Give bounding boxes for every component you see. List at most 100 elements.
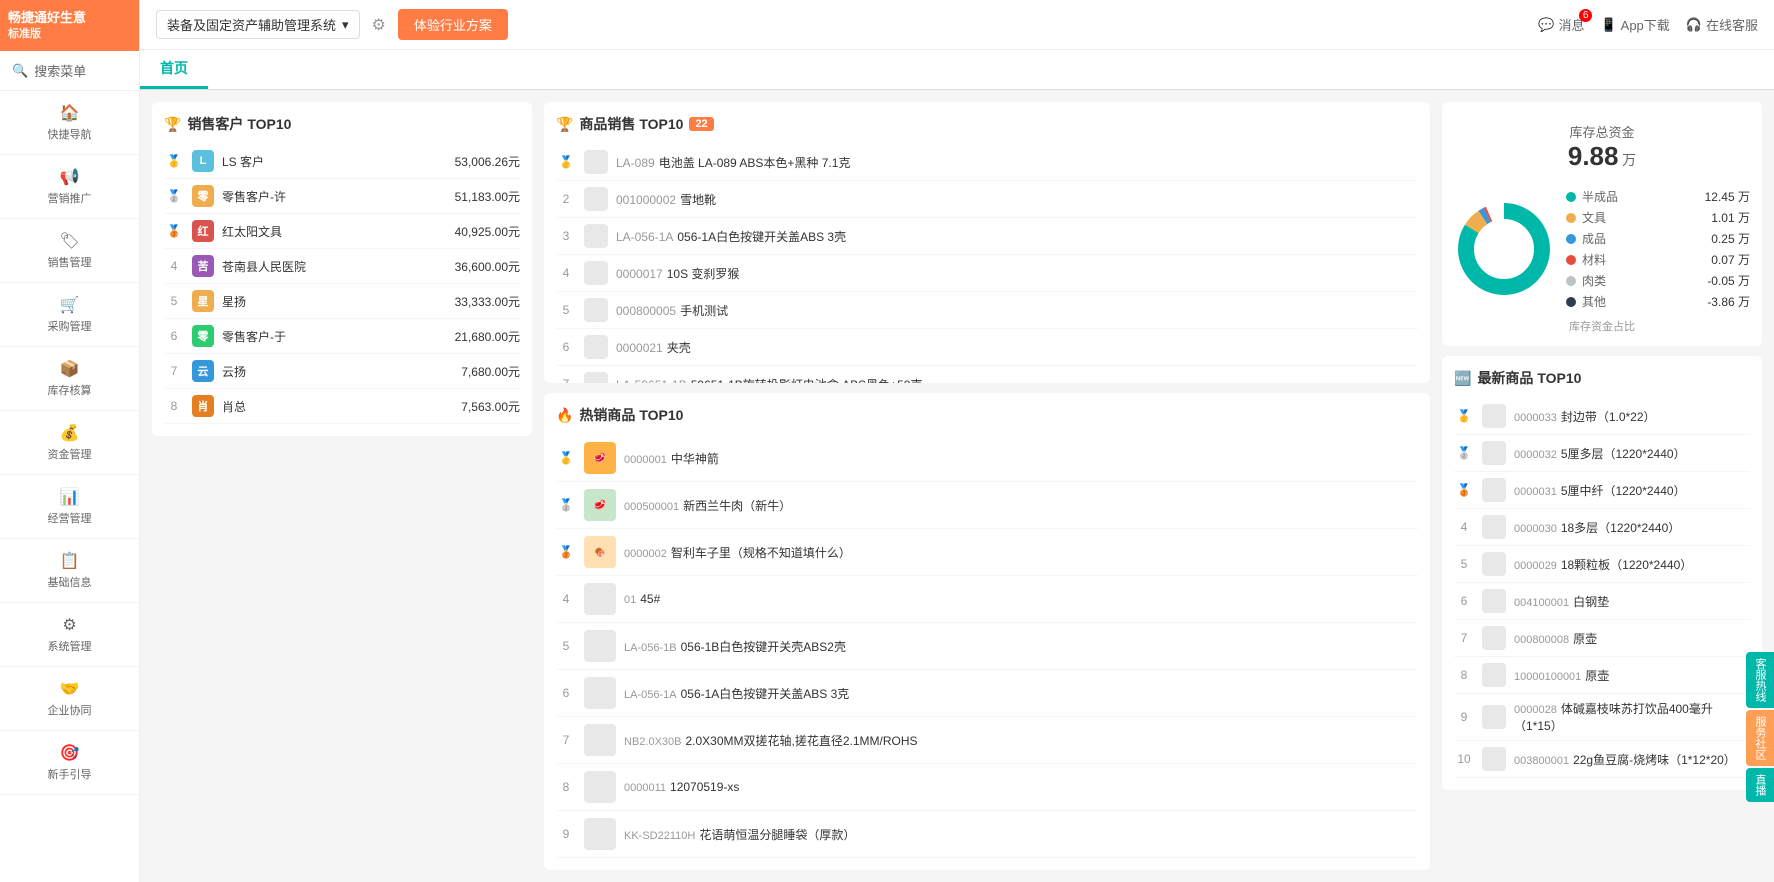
search-menu[interactable]: 🔍 搜索菜单 [0,51,139,91]
list-item: 9 0000028体碱嘉枝味苏打饮品400毫升（1*15） [1454,694,1750,741]
product-img [1482,747,1506,771]
product-img [1482,552,1506,576]
main-area: 装备及固定资产辅助管理系统 ▾ ⚙ 体验行业方案 💬 消息 6 📱 App下载 … [140,0,1774,882]
product-info: 000800008原壶 [1514,630,1750,647]
list-item: 7 000800008原壶 [1454,620,1750,657]
nav-label-purchase: 采购管理 [48,318,92,334]
list-item: 5 000002918颗粒板（1220*2440） [1454,546,1750,583]
system-name: 装备及固定资产辅助管理系统 [167,15,336,34]
rank-num: 4 [1454,520,1474,534]
sidebar-item-marketing[interactable]: 📢 营销推广 [0,155,139,219]
list-item: 5 LA-056-1B056-1B白色按键开关壳ABS2壳 [556,623,1418,670]
product-img [1482,626,1506,650]
customer-name: 云扬 [222,363,453,380]
customer-amount: 7,563.00元 [461,398,520,415]
rank-num: 7 [556,733,576,747]
product-img [584,261,608,285]
donut-chart [1454,199,1554,299]
customer-name: 红太阳文具 [222,223,447,240]
avatar: 红 [192,220,214,242]
sidebar-item-sales[interactable]: 🏷 销售管理 [0,219,139,283]
rank-num: 🥇 [556,155,576,169]
sidebar-item-finance[interactable]: 💰 资金管理 [0,411,139,475]
sidebar-item-purchase[interactable]: 🛒 采购管理 [0,283,139,347]
rank-medal-1: 🥇 [164,154,184,168]
message-icon: 💬 [1538,17,1554,33]
customer-name: LS 客户 [222,153,447,170]
app-download-button[interactable]: 📱 App下载 [1600,15,1669,34]
new-products-title: 🆕 最新商品 TOP10 [1454,368,1750,388]
chart-legend: 半成品 12.45 万 文具 1.01 万 成品 0.25 万 [1566,188,1750,310]
sidebar-item-operations[interactable]: 📊 经营管理 [0,475,139,539]
avatar: 苦 [192,255,214,277]
sidebar-item-corp[interactable]: 🤝 企业协同 [0,667,139,731]
product-img [584,335,608,359]
legend-label: 肉类 [1582,272,1701,289]
products-sold-badge: 22 [689,117,713,131]
product-name: KK-SD22110H花语萌恒温分腿睡袋（厚款） [624,826,1418,843]
product-img: 🍖 [584,536,616,568]
tab-home[interactable]: 首页 [140,50,208,89]
product-img [1482,663,1506,687]
rank-num: 4 [556,592,576,606]
sidebar-header: 畅捷通好生意 标准版 [0,0,139,51]
legend-color [1566,276,1576,286]
hot-products-card: 🔥 热销商品 TOP10 🥇 🥩 0000001中华神箭 🥈 🥩 0005000… [544,393,1430,870]
chart-footer: 库存资金占比 [1454,318,1750,334]
product-img [1482,441,1506,465]
list-item: 4 苦 苍南县人民医院 36,600.00元 [164,249,520,284]
sales-icon: 🏷 [59,231,79,251]
system-icon: ⚙ [62,615,76,635]
product-img [1482,404,1506,428]
rank-num: 4 [164,259,184,273]
list-item: 🥈 00000325厘多层（1220*2440） [1454,435,1750,472]
message-button[interactable]: 💬 消息 6 [1538,15,1584,34]
product-img [584,224,608,248]
marketing-icon: 📢 [60,167,80,187]
system-selector[interactable]: 装备及固定资产辅助管理系统 ▾ [156,10,360,39]
avatar: 零 [192,325,214,347]
sidebar-item-guide[interactable]: 🎯 新手引导 [0,731,139,795]
cs-community-button[interactable]: 服务社区 [1746,710,1774,766]
product-info: 00000325厘多层（1220*2440） [1514,445,1750,462]
customer-name: 肖总 [222,398,453,415]
sidebar-item-quick-nav[interactable]: 🏠 快捷导航 [0,91,139,155]
list-item: 8 10000100001原壶 [1454,657,1750,694]
legend-color [1566,213,1576,223]
sidebar-item-system[interactable]: ⚙ 系统管理 [0,603,139,667]
product-img [1482,589,1506,613]
product-name: 0000021夹壳 [616,339,1418,356]
settings-icon[interactable]: ⚙ [372,15,386,35]
avatar: 肖 [192,395,214,417]
message-badge: 6 [1579,9,1593,22]
rank-medal-3: 🥉 [164,224,184,238]
rank-num: 7 [164,364,184,378]
rank-num: 10 [1454,752,1474,766]
sidebar-item-inventory[interactable]: 📦 库存核算 [0,347,139,411]
cs-hotline-button[interactable]: 客服热线 [1746,652,1774,708]
content-area: 🏆 销售客户 TOP10 🥇 L LS 客户 53,006.26元 🥈 零 零售… [140,90,1774,882]
list-item: 5 000800005手机测试 [556,292,1418,329]
new-products-card: 🆕 最新商品 TOP10 🥇 0000033封边带（1.0*22） 🥈 0000… [1442,356,1762,790]
list-item: 🥇 🥩 0000001中华神箭 [556,435,1418,482]
list-item: 🥇 0000033封边带（1.0*22） [1454,398,1750,435]
list-item: 9 KK-SD22110H花语萌恒温分腿睡袋（厚款） [556,811,1418,858]
list-item: 6 0000021夹壳 [556,329,1418,366]
inventory-card: 库存总资金 9.88 万 [1442,102,1762,346]
purchase-icon: 🛒 [60,295,80,315]
list-item: 7 云 云扬 7,680.00元 [164,354,520,389]
legend-item: 其他 -3.86 万 [1566,293,1750,310]
product-info: 0000028体碱嘉枝味苏打饮品400毫升（1*15） [1514,700,1750,734]
sidebar-item-basic[interactable]: 📋 基础信息 [0,539,139,603]
legend-color [1566,297,1576,307]
page-tabs: 首页 [140,50,1774,90]
product-img [584,677,616,709]
trial-button[interactable]: 体验行业方案 [398,9,508,40]
online-service-button[interactable]: 🎧 在线客服 [1686,15,1758,34]
list-item: 8 000001112070519-xs [556,764,1418,811]
cs-direct-button[interactable]: 直播 [1746,768,1774,802]
list-item: 🥉 00000315厘中纤（1220*2440） [1454,472,1750,509]
hot-products-title: 🔥 热销商品 TOP10 [556,405,1418,425]
avatar: 零 [192,185,214,207]
sidebar-nav: 🏠 快捷导航 📢 营销推广 🏷 销售管理 🛒 采购管理 📦 库存核算 💰 资金管… [0,91,139,882]
